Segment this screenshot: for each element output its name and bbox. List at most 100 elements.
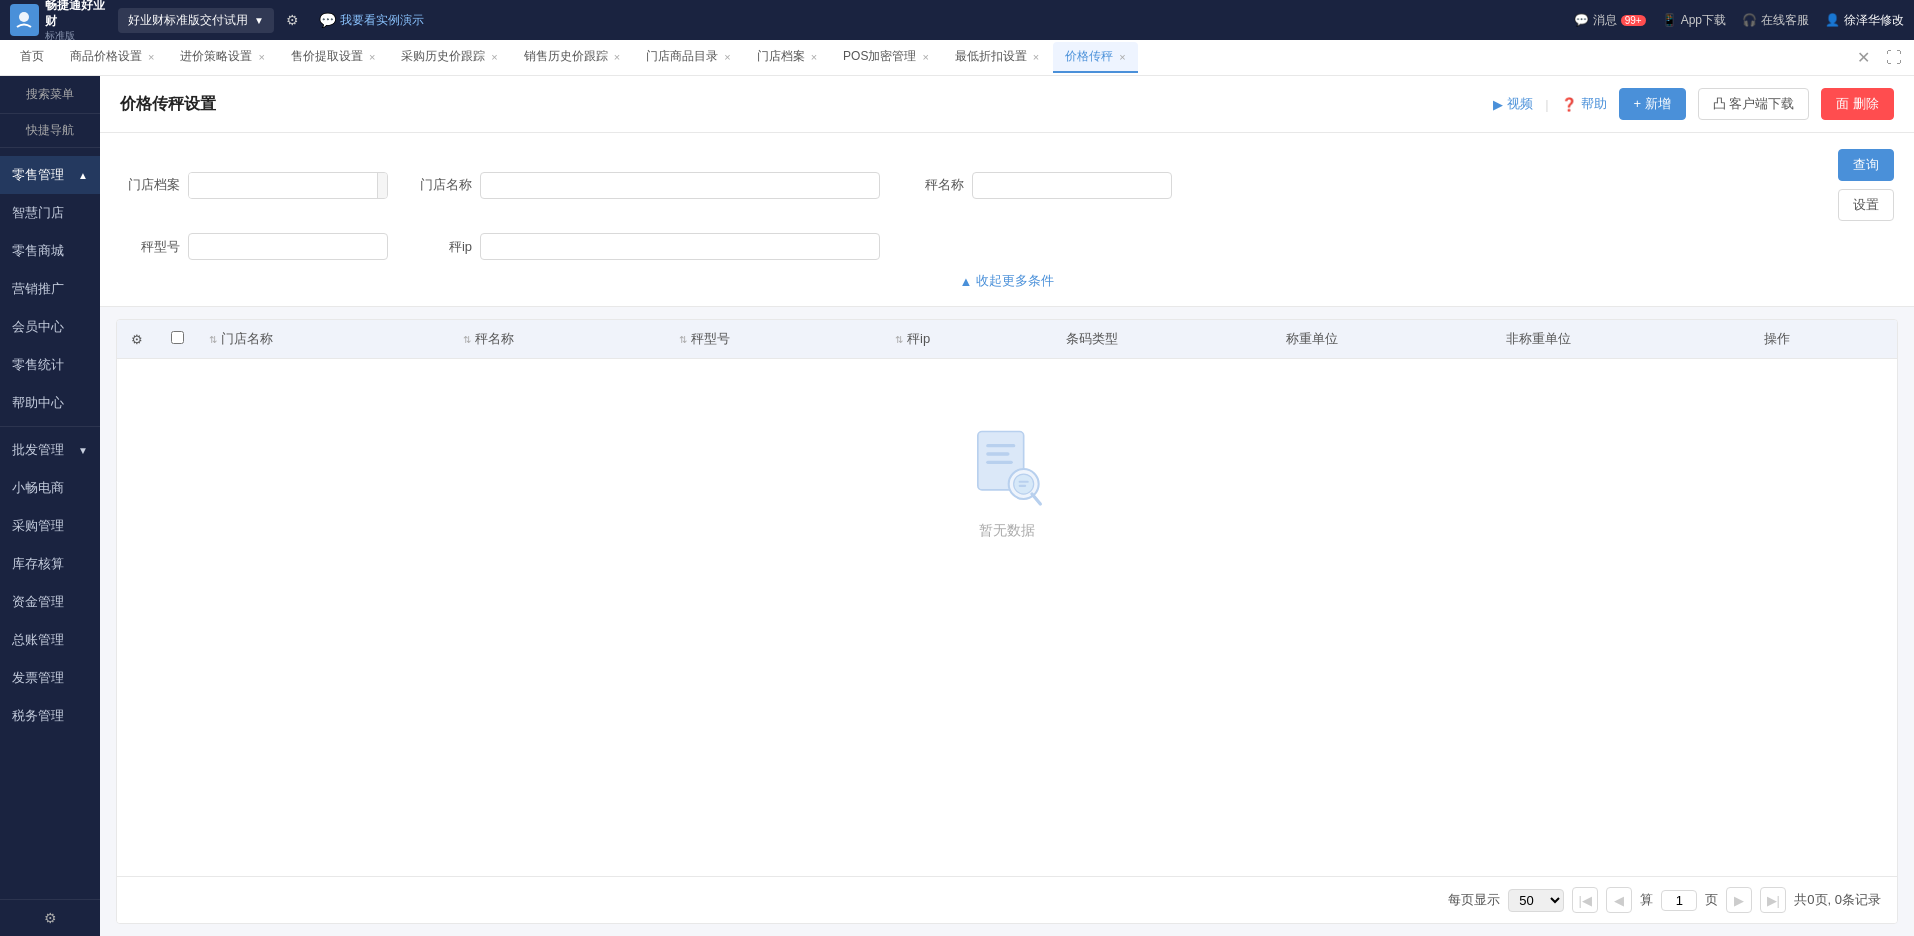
sidebar-item-wholesale-label: 批发管理 [12,441,64,459]
help-label: 帮助 [1581,95,1607,113]
sidebar-item-retail-stat-label: 零售统计 [12,356,64,374]
sidebar-item-finance[interactable]: 资金管理 [0,583,100,621]
online-service-btn[interactable]: 🎧 在线客服 [1742,12,1809,29]
sidebar-item-smart-store[interactable]: 智慧门店 [0,194,100,232]
video-link[interactable]: ▶ 视频 [1493,95,1533,113]
page-size-select[interactable]: 50 10 20 100 [1508,889,1564,912]
dots-button[interactable]: ··· [377,173,388,198]
settings-filter-button[interactable]: 设置 [1838,189,1894,221]
column-settings-icon[interactable]: ⚙ [131,332,143,347]
user-menu-btn[interactable]: 👤 徐泽华修改 [1825,12,1904,29]
delete-button[interactable]: 面 删除 [1821,88,1894,120]
sidebar-item-wholesale[interactable]: 批发管理 ▼ [0,431,100,469]
sidebar-quick-nav-label: 快捷导航 [0,122,100,139]
tab-store-catalog[interactable]: 门店商品目录 × [634,42,742,73]
svg-rect-2 [986,444,1015,447]
help-link[interactable]: ❓ 帮助 [1561,95,1607,113]
sidebar-item-ecommerce[interactable]: 小畅电商 [0,469,100,507]
sidebar-item-purchase[interactable]: 采购管理 [0,507,100,545]
tab-pos-manage[interactable]: POS加密管理 × [831,42,941,73]
sidebar-item-help-label: 帮助中心 [12,394,64,412]
sidebar-item-retail-mall[interactable]: 零售商城 [0,232,100,270]
close-icon[interactable]: × [922,51,928,63]
close-icon[interactable]: × [811,51,817,63]
last-page-btn[interactable]: ▶| [1760,887,1786,913]
message-label: 消息 [1593,12,1617,29]
sort-icon: ⇅ [463,334,471,345]
video-label: 视频 [1507,95,1533,113]
top-right-area: 💬 消息 99+ 📱 App下载 🎧 在线客服 👤 徐泽华修改 [1574,12,1904,29]
tab-expand-btn[interactable]: ⛶ [1882,49,1906,67]
data-table: ⚙ ⇅ 门店名称 ⇅ 秤名称 [117,320,1897,359]
close-icon[interactable]: × [369,51,375,63]
tab-sell-extract[interactable]: 售价提取设置 × [279,42,387,73]
page-input[interactable]: 1 [1661,890,1697,911]
close-icon[interactable]: × [1033,51,1039,63]
collapse-button[interactable]: ▲ 收起更多条件 [120,272,1894,290]
query-button[interactable]: 查询 [1838,149,1894,181]
filter-store-name: 门店名称 [412,172,880,199]
sidebar-quick-nav[interactable]: 快捷导航 [0,114,100,148]
sidebar-item-stock[interactable]: 库存核算 [0,545,100,583]
sidebar-item-tax[interactable]: 税务管理 [0,697,100,735]
svg-point-6 [1014,474,1034,494]
select-all-checkbox[interactable] [171,331,184,344]
sidebar-item-member[interactable]: 会员中心 [0,308,100,346]
tab-sell-history[interactable]: 销售历史价跟踪 × [512,42,632,73]
tab-bar-end: ✕ ⛶ [1853,48,1906,67]
sidebar-item-general-ledger[interactable]: 总账管理 [0,621,100,659]
close-icon[interactable]: × [258,51,264,63]
prev-page-btn[interactable]: ◀ [1606,887,1632,913]
tab-home[interactable]: 首页 [8,42,56,73]
store-archive-input[interactable] [189,173,377,198]
sidebar-item-invoice[interactable]: 发票管理 [0,659,100,697]
close-icon[interactable]: × [1119,51,1125,63]
scale-ip-input[interactable] [480,233,880,260]
page-label-suffix: 页 [1705,891,1718,909]
add-button[interactable]: + 新增 [1619,88,1686,120]
tab-close-btn[interactable]: ✕ [1853,48,1874,67]
svg-line-7 [1032,494,1040,504]
scale-name-label: 秤名称 [904,176,964,194]
first-page-btn[interactable]: |◀ [1572,887,1598,913]
tab-min-discount[interactable]: 最低折扣设置 × [943,42,1051,73]
gear-icon[interactable]: ⚙ [282,8,303,32]
sidebar-item-retail-stat[interactable]: 零售统计 [0,346,100,384]
th-settings: ⚙ [117,320,157,359]
sidebar-item-help[interactable]: 帮助中心 [0,384,100,422]
message-btn[interactable]: 💬 消息 99+ [1574,12,1646,29]
sidebar-item-marketing[interactable]: 营销推广 [0,270,100,308]
content-area: 价格传秤设置 ▶ 视频 | ❓ 帮助 + 新增 凸 客户端下载 面 删除 [100,76,1914,936]
sidebar-search[interactable]: 搜索菜单 [0,76,100,114]
page-title: 价格传秤设置 [120,94,216,115]
tab-purchase-strategy[interactable]: 进价策略设置 × [168,42,276,73]
tab-price-setting[interactable]: 商品价格设置 × [58,42,166,73]
sidebar-item-purchase-label: 采购管理 [12,517,64,535]
tab-store-archive[interactable]: 门店档案 × [745,42,829,73]
filter-scale-model: 秤型号 [120,233,388,260]
scale-name-input[interactable] [972,172,1172,199]
sidebar-item-finance-label: 资金管理 [12,593,64,611]
demo-link[interactable]: 💬 我要看实例演示 [319,12,424,29]
user-name-label: 徐泽华修改 [1844,12,1904,29]
app-selector-label: 好业财标准版交付试用 [128,12,248,29]
main-layout: 搜索菜单 快捷导航 零售管理 ▲ 智慧门店 零售商城 营销推广 会员中心 零售统… [0,76,1914,936]
app-download-btn[interactable]: 📱 App下载 [1662,12,1726,29]
close-icon[interactable]: × [491,51,497,63]
store-name-input[interactable] [480,172,880,199]
next-page-btn[interactable]: ▶ [1726,887,1752,913]
pagination: 每页显示 50 10 20 100 |◀ ◀ 算 1 页 ▶ ▶| 共0页, 0… [117,876,1897,923]
tab-purchase-history[interactable]: 采购历史价跟踪 × [389,42,509,73]
app-download-label: App下载 [1681,12,1726,29]
close-icon[interactable]: × [614,51,620,63]
sidebar-item-retail[interactable]: 零售管理 ▲ [0,156,100,194]
download-button[interactable]: 凸 客户端下载 [1698,88,1810,120]
close-icon[interactable]: × [724,51,730,63]
tab-price-transfer[interactable]: 价格传秤 × [1053,42,1137,73]
separator: | [1545,97,1548,112]
scale-model-input[interactable] [188,233,388,260]
download-icon: 📱 [1662,13,1677,27]
close-icon[interactable]: × [148,51,154,63]
app-selector[interactable]: 好业财标准版交付试用 ▼ [118,8,274,33]
sidebar-settings-btn[interactable]: ⚙ [0,899,100,936]
